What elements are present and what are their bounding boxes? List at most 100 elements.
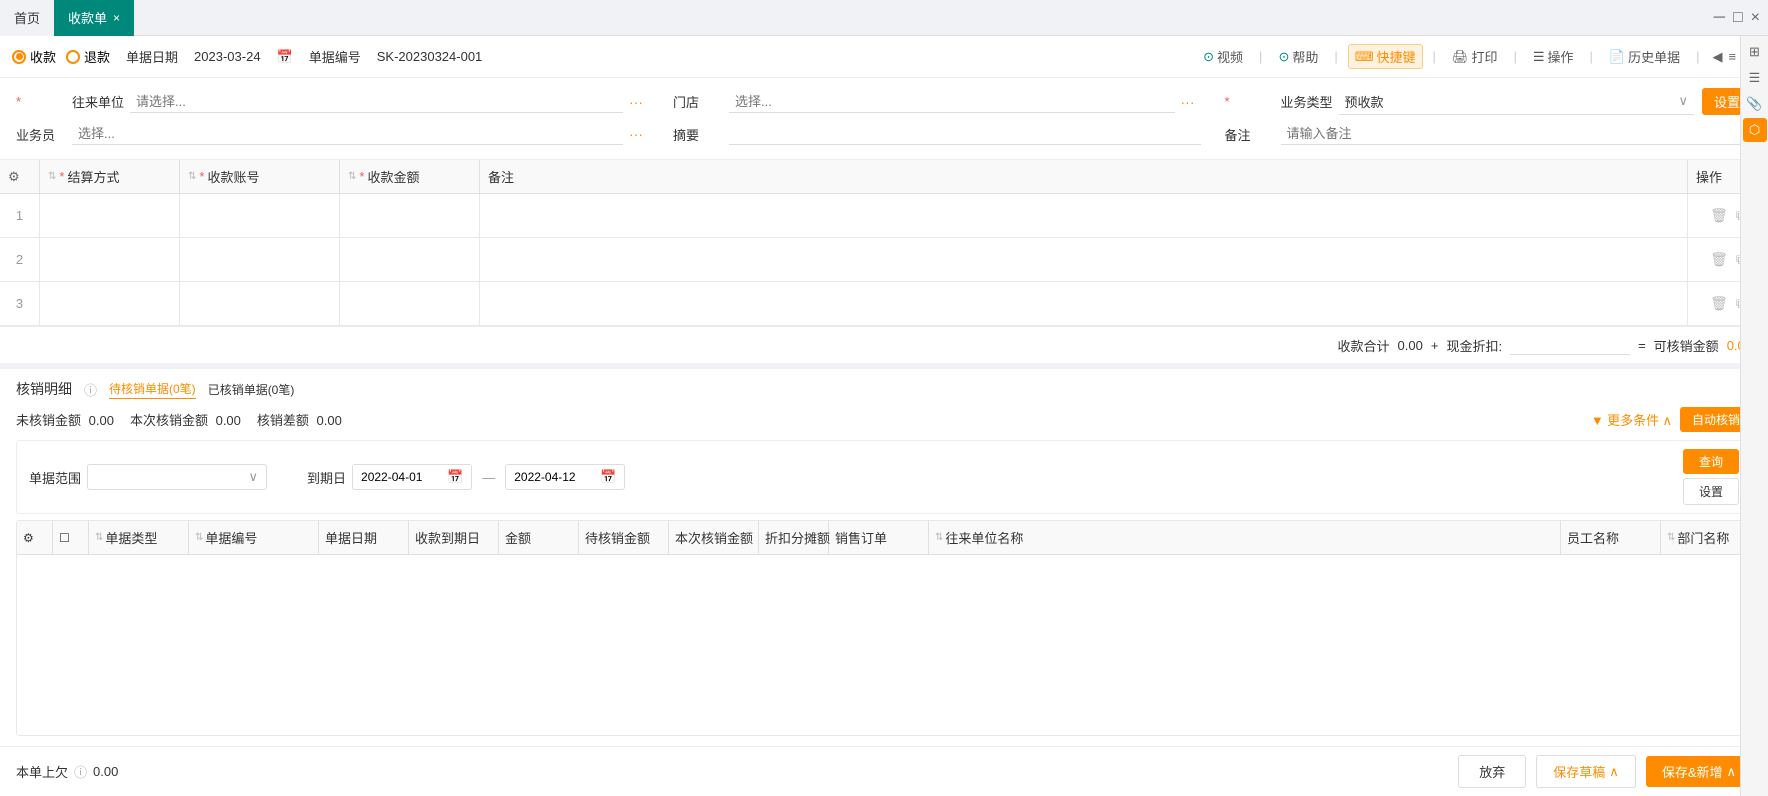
close-button[interactable]: ×: [1751, 9, 1760, 27]
divider-1: |: [1259, 49, 1262, 64]
note-field: 备注: [1225, 123, 1753, 145]
th-gear[interactable]: ⚙: [0, 160, 40, 193]
discount-input[interactable]: [1510, 335, 1630, 355]
row-1-settlement[interactable]: [40, 194, 180, 237]
detail-th-gear[interactable]: ⚙: [17, 521, 53, 554]
salesperson-more-btn[interactable]: ···: [623, 126, 649, 142]
row-3-settlement[interactable]: [40, 282, 180, 325]
row-3-delete-icon[interactable]: 🗑: [1710, 295, 1728, 312]
detail-th-pending: 待核销金额: [579, 521, 669, 554]
gear-icon[interactable]: ⚙: [8, 169, 20, 185]
row-2-account[interactable]: [180, 238, 340, 281]
hexiao-section: 核销明细 ⓘ 待核销单据(0笔) 已核销单据(0笔) 未核销金额 0.00 本次…: [0, 363, 1768, 746]
sidebar-icon-table[interactable]: ⊞: [1743, 40, 1767, 64]
minimize-button[interactable]: ─: [1714, 9, 1725, 27]
date-from-input[interactable]: 📅: [352, 464, 472, 490]
business-type-field: * 业务类型 预收款 ∨ 设置: [1225, 88, 1753, 115]
divider-3: |: [1433, 49, 1436, 64]
store-more-btn[interactable]: ···: [1175, 94, 1201, 110]
sidebar-icon-expand[interactable]: ⬡: [1743, 118, 1767, 142]
note-input[interactable]: [1281, 123, 1753, 145]
row-2-delete-icon[interactable]: 🗑: [1710, 251, 1728, 268]
maximize-button[interactable]: □: [1733, 9, 1743, 27]
counterpart-input[interactable]: [130, 91, 623, 113]
detail-th-checkbox[interactable]: ☐: [53, 521, 89, 554]
row-1-amount[interactable]: [340, 194, 480, 237]
row-3-num: 3: [0, 282, 40, 325]
row-1-note[interactable]: [480, 194, 1688, 237]
more-conditions-btn[interactable]: ▼ 更多条件 ∧: [1591, 410, 1672, 429]
business-type-label: 业务类型: [1281, 92, 1339, 111]
view-list-icon[interactable]: ≡: [1726, 46, 1740, 67]
tab-bar: 首页 收款单 × ─ □ ×: [0, 0, 1768, 36]
table-area: ⚙ ⇅ * 结算方式 ⇅ * 收款账号 ⇅ * 收款金额 备注 操作: [0, 160, 1768, 326]
date-from-field[interactable]: [361, 470, 441, 484]
bottom-info: 本单上欠 ⓘ 0.00: [16, 762, 118, 781]
store-input[interactable]: [729, 91, 1175, 113]
summary-input[interactable]: [729, 123, 1201, 145]
video-btn[interactable]: ⊙ 视频: [1197, 45, 1249, 68]
receipt-type-group: 收款 退款: [12, 47, 110, 66]
tab-receipt-close[interactable]: ×: [113, 11, 120, 25]
row-2-amount[interactable]: [340, 238, 480, 281]
hexiao-info-icon[interactable]: ⓘ: [84, 380, 97, 399]
detail-th-counterpart: ⇅ 往来单位名称: [929, 521, 1561, 554]
date-to-label: 到期日: [307, 468, 346, 487]
save-draft-button[interactable]: 保存草稿 ∧: [1536, 755, 1636, 788]
date-value[interactable]: 2023-03-24: [194, 49, 261, 64]
tab-receipt-label: 收款单: [68, 8, 107, 27]
sidebar-icon-attachment[interactable]: 📎: [1743, 92, 1767, 116]
calendar-to-icon[interactable]: 📅: [600, 469, 616, 485]
row-3-note[interactable]: [480, 282, 1688, 325]
save-new-label: 保存&新增: [1662, 762, 1723, 781]
summary-label: 摘要: [673, 125, 729, 144]
row-1-delete-icon[interactable]: 🗑: [1710, 207, 1728, 224]
counterpart-required: *: [16, 94, 72, 109]
discard-button[interactable]: 放弃: [1458, 755, 1526, 788]
print-btn[interactable]: 🖨 打印: [1446, 45, 1504, 68]
th-amount: ⇅ * 收款金额: [340, 160, 480, 193]
row-2-settlement[interactable]: [40, 238, 180, 281]
salesperson-label: 业务员: [16, 125, 72, 144]
table-header: ⚙ ⇅ * 结算方式 ⇅ * 收款账号 ⇅ * 收款金额 备注 操作: [0, 160, 1768, 194]
hexiao-header: 核销明细 ⓘ 待核销单据(0笔) 已核销单据(0笔): [16, 379, 1752, 399]
date-to-input[interactable]: 📅: [505, 464, 625, 490]
query-button[interactable]: 查询: [1683, 449, 1739, 474]
plus-sign: +: [1431, 338, 1439, 353]
radio-receipt[interactable]: 收款: [12, 47, 56, 66]
row-3-account[interactable]: [180, 282, 340, 325]
counterpart-more-btn[interactable]: ···: [623, 94, 649, 110]
detail-table: ⚙ ☐ ⇅ 单据类型 ⇅ 单据编号 单据日期 收款到期日 金额: [16, 520, 1752, 736]
tab-receipt[interactable]: 收款单 ×: [54, 0, 134, 36]
range-select[interactable]: ∨: [87, 464, 267, 490]
salesperson-input[interactable]: [72, 123, 623, 145]
shortcut-icon: ⌨: [1355, 49, 1374, 65]
history-btn[interactable]: 📄 历史单据: [1603, 45, 1686, 68]
sidebar-icon-list[interactable]: ☰: [1743, 66, 1767, 90]
operation-btn[interactable]: ☰ 操作: [1527, 45, 1580, 68]
settings-small-button[interactable]: 设置: [1683, 478, 1739, 505]
diff-value: 0.00: [317, 413, 342, 428]
calendar-from-icon[interactable]: 📅: [447, 469, 463, 485]
row-2-num: 2: [0, 238, 40, 281]
row-3-amount[interactable]: [340, 282, 480, 325]
calendar-icon[interactable]: 📅: [277, 49, 293, 65]
row-1-account[interactable]: [180, 194, 340, 237]
help-btn[interactable]: ⊙ 帮助: [1272, 45, 1324, 68]
row-2-note[interactable]: [480, 238, 1688, 281]
unchecked-value: 0.00: [89, 413, 114, 428]
tab-home[interactable]: 首页: [0, 0, 54, 36]
shortcut-btn[interactable]: ⌨ 快捷键: [1348, 44, 1423, 69]
radio-refund[interactable]: 退款: [66, 47, 110, 66]
save-new-button[interactable]: 保存&新增 ∧: [1646, 756, 1752, 787]
date-to-field[interactable]: [514, 470, 594, 484]
note-label: 备注: [1225, 125, 1281, 144]
tab-home-label: 首页: [14, 8, 40, 27]
equals-sign: =: [1638, 338, 1646, 353]
hexiao-done-tab[interactable]: 已核销单据(0笔): [208, 381, 295, 398]
business-type-select[interactable]: 预收款 ∨: [1339, 89, 1694, 115]
hexiao-pending-tab[interactable]: 待核销单据(0笔): [109, 380, 196, 399]
view-prev-icon[interactable]: ◀: [1710, 46, 1726, 68]
bottom-info-icon[interactable]: ⓘ: [74, 762, 87, 781]
business-type-arrow-icon: ∨: [1678, 93, 1688, 109]
